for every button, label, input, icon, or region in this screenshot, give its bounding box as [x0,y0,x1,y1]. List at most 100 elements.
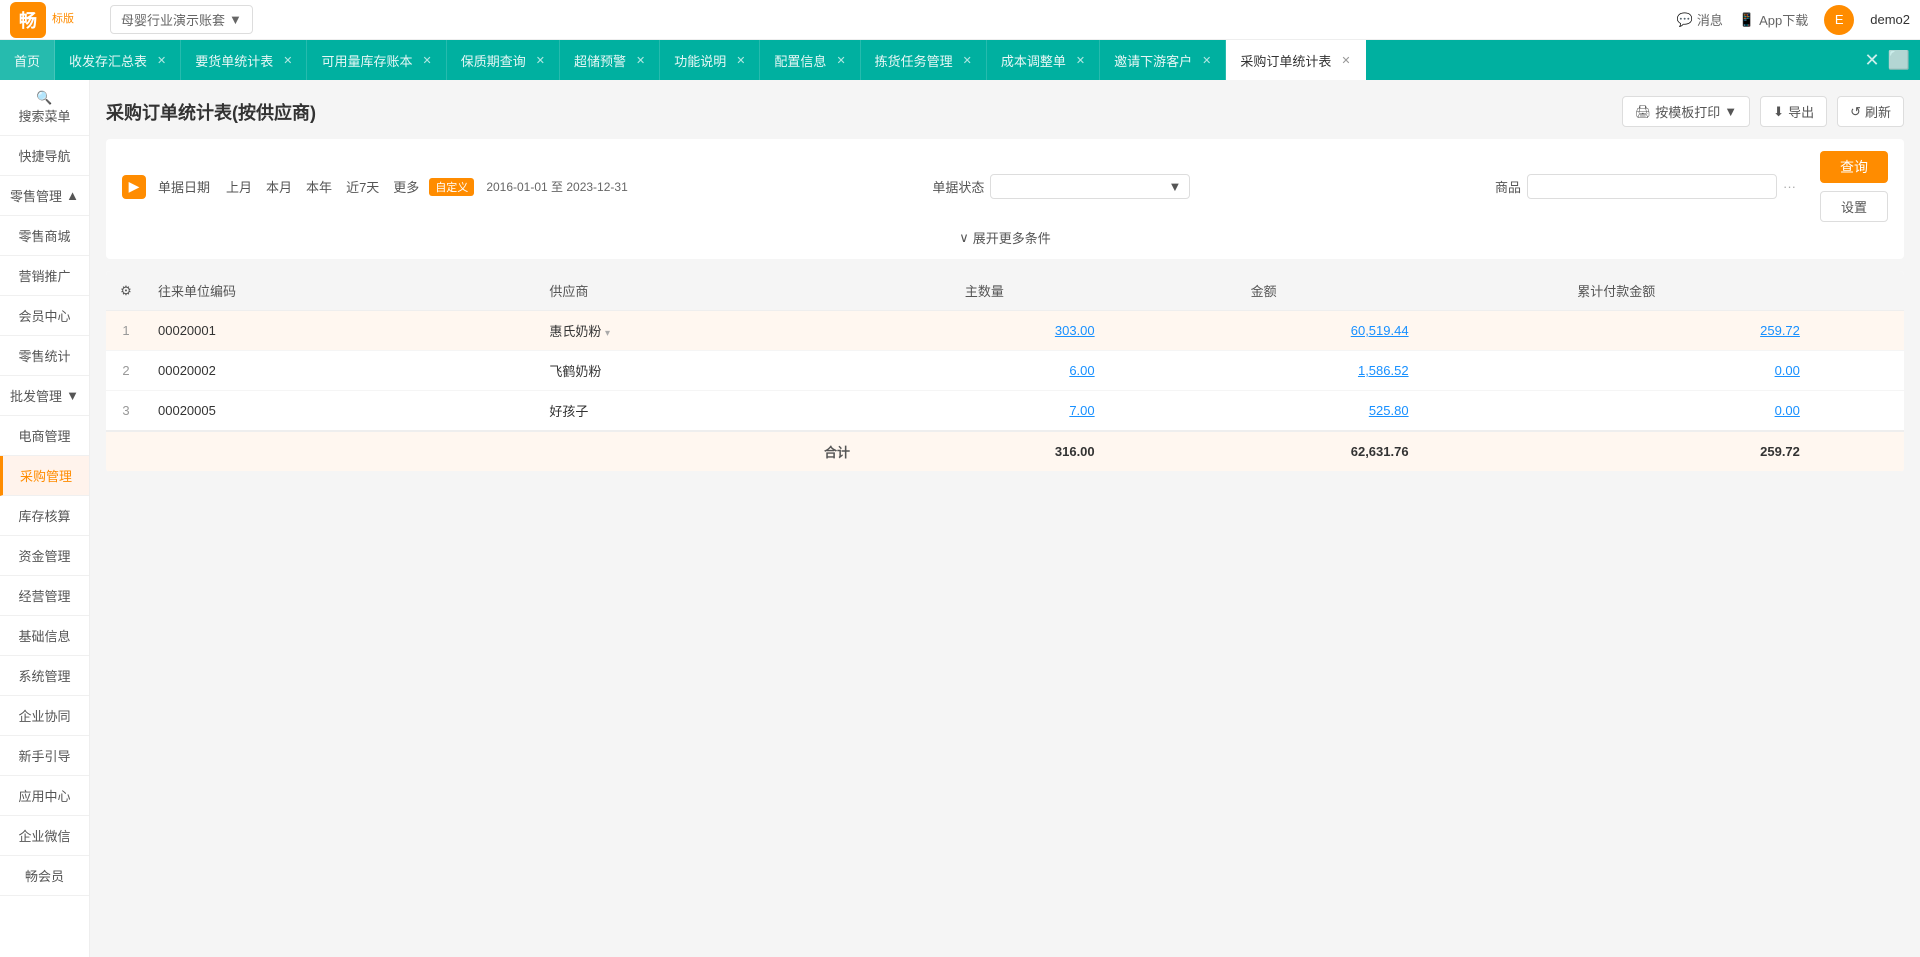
row-paid[interactable]: 0.00 [1421,391,1812,432]
row-paid[interactable]: 259.72 [1421,311,1812,351]
sidebar-item-inventory[interactable]: 库存核算 [0,496,89,536]
tab-yaohuo-label: 要货单统计表 [195,51,273,70]
row-amount[interactable]: 60,519.44 [1107,311,1421,351]
shortcut-last-month[interactable]: 上月 [222,175,256,198]
tab-peizhi[interactable]: 配置信息 ✕ [760,40,860,80]
goods-input[interactable] [1527,174,1777,199]
sidebar-label-retail-shop: 零售商城 [18,229,70,244]
tab-baozhi[interactable]: 保质期查询 ✕ [447,40,560,80]
tab-caigou[interactable]: 采购订单统计表 ✕ [1226,40,1365,80]
company-name: 母婴行业演示账套 [121,10,225,29]
expand-label: 展开更多条件 [973,228,1051,247]
sidebar-item-vip[interactable]: 畅会员 [0,856,89,896]
sidebar-item-basic[interactable]: 基础信息 [0,616,89,656]
sidebar-item-wholesale[interactable]: 批发管理 ▼ [0,376,89,416]
close-all-icon[interactable]: ✕ [1864,50,1879,71]
custom-badge[interactable]: 自定义 [429,178,474,196]
sidebar-item-ecommerce[interactable]: 电商管理 [0,416,89,456]
nav-tabs: 首页 收发存汇总表 ✕ 要货单统计表 ✕ 可用量库存账本 ✕ 保质期查询 ✕ 超… [0,40,1920,80]
table-header-row: ⚙ 往来单位编码 供应商 主数量 金额 累计付款金额 [106,271,1904,311]
sidebar-item-appcenter[interactable]: 应用中心 [0,776,89,816]
app-download-button[interactable]: 📱 App下载 [1739,10,1808,29]
tab-peizhi-label: 配置信息 [774,51,826,70]
close-icon[interactable]: ✕ [1202,54,1211,67]
sidebar-item-newguide[interactable]: 新手引导 [0,736,89,776]
expand-more[interactable]: ∨ 展开更多条件 [122,222,1888,247]
close-icon[interactable]: ✕ [836,54,845,67]
close-icon[interactable]: ✕ [423,54,432,67]
row-extra [1812,391,1904,432]
close-icon[interactable]: ✕ [1341,54,1350,67]
export-button[interactable]: ⬇ 导出 [1760,96,1827,127]
sidebar-item-finance[interactable]: 资金管理 [0,536,89,576]
shortcut-7days[interactable]: 近7天 [342,175,383,198]
user-name[interactable]: demo2 [1870,12,1910,27]
tab-gongneng[interactable]: 功能说明 ✕ [660,40,760,80]
sidebar-item-search[interactable]: 🔍 搜索菜单 [0,80,89,136]
close-icon[interactable]: ✕ [736,54,745,67]
sidebar-item-purchase[interactable]: 采购管理 [0,456,89,496]
sidebar-item-member[interactable]: 会员中心 [0,296,89,336]
row-code: 00020001 [146,311,537,351]
gear-icon[interactable]: ⚙ [120,283,132,298]
sidebar-label-quick-nav: 快捷导航 [18,149,70,164]
date-shortcuts: 上月 本月 本年 近7天 更多 自定义 [222,175,474,198]
close-icon[interactable]: ✕ [157,54,166,67]
page-actions: 🖨 按模板打印 ▼ ⬇ 导出 ↺ 刷新 [1622,96,1904,127]
tab-jianhuo[interactable]: 拣货任务管理 ✕ [861,40,987,80]
sidebar-label-purchase: 采购管理 [20,469,72,484]
tab-yaohuo[interactable]: 要货单统计表 ✕ [181,40,307,80]
table-footer-row: 合计 316.00 62,631.76 259.72 [106,431,1904,472]
top-bar: 畅 标版 母婴行业演示账套 ▼ 💬 消息 📱 App下载 E demo2 [0,0,1920,40]
sidebar-item-collab[interactable]: 企业协同 [0,696,89,736]
close-icon[interactable]: ✕ [963,54,972,67]
sidebar-item-wechat[interactable]: 企业微信 [0,816,89,856]
row-amount[interactable]: 525.80 [1107,391,1421,432]
tab-kecun[interactable]: 可用量库存账本 ✕ [307,40,446,80]
row-extra [1812,351,1904,391]
status-select[interactable]: ▼ [990,174,1190,199]
close-icon[interactable]: ✕ [1076,54,1085,67]
query-button[interactable]: 查询 [1820,151,1888,183]
sidebar-item-marketing[interactable]: 营销推广 [0,256,89,296]
row-qty[interactable]: 7.00 [862,391,1107,432]
close-icon[interactable]: ✕ [536,54,545,67]
print-button[interactable]: 🖨 按模板打印 ▼ [1622,96,1750,127]
setting-button[interactable]: 设置 [1820,191,1888,222]
sidebar-item-retail-stat[interactable]: 零售统计 [0,336,89,376]
row-qty[interactable]: 303.00 [862,311,1107,351]
more-dots[interactable]: ··· [1783,179,1796,194]
close-icon[interactable]: ✕ [283,54,292,67]
logo-area: 畅 标版 [10,2,100,38]
row-num: 2 [106,351,146,391]
footer-empty [106,431,537,472]
tab-yaoqing[interactable]: 邀请下游客户 ✕ [1100,40,1226,80]
filter-toggle[interactable]: ▶ [122,175,146,199]
tab-chengben[interactable]: 成本调整单 ✕ [987,40,1100,80]
shortcut-this-month[interactable]: 本月 [262,175,296,198]
sidebar-item-retail-mgmt[interactable]: 零售管理 ▲ [0,176,89,216]
row-supplier: 飞鹤奶粉 [537,351,862,391]
export-icon: ⬇ [1773,104,1784,120]
expand-icon[interactable]: ⬜ [1888,50,1910,71]
tab-home[interactable]: 首页 [0,40,55,80]
message-button[interactable]: 💬 消息 [1677,10,1723,29]
sidebar-item-quick-nav[interactable]: 快捷导航 [0,136,89,176]
refresh-button[interactable]: ↺ 刷新 [1837,96,1904,127]
row-qty[interactable]: 6.00 [862,351,1107,391]
row-paid[interactable]: 0.00 [1421,351,1812,391]
shortcut-more[interactable]: 更多 [389,175,423,198]
company-dropdown[interactable]: 母婴行业演示账套 ▼ [110,5,253,34]
tab-shoufacun[interactable]: 收发存汇总表 ✕ [55,40,181,80]
shortcut-this-year[interactable]: 本年 [302,175,336,198]
tab-chaochujing[interactable]: 超储预警 ✕ [560,40,660,80]
close-icon[interactable]: ✕ [636,54,645,67]
sidebar-item-retail-shop[interactable]: 零售商城 [0,216,89,256]
tab-baozhi-label: 保质期查询 [461,51,526,70]
sidebar-label-system: 系统管理 [18,669,70,684]
tab-gongneng-label: 功能说明 [674,51,726,70]
sidebar-item-system[interactable]: 系统管理 [0,656,89,696]
sidebar-item-operation[interactable]: 经营管理 [0,576,89,616]
tab-caigou-label: 采购订单统计表 [1240,51,1331,70]
row-amount[interactable]: 1,586.52 [1107,351,1421,391]
